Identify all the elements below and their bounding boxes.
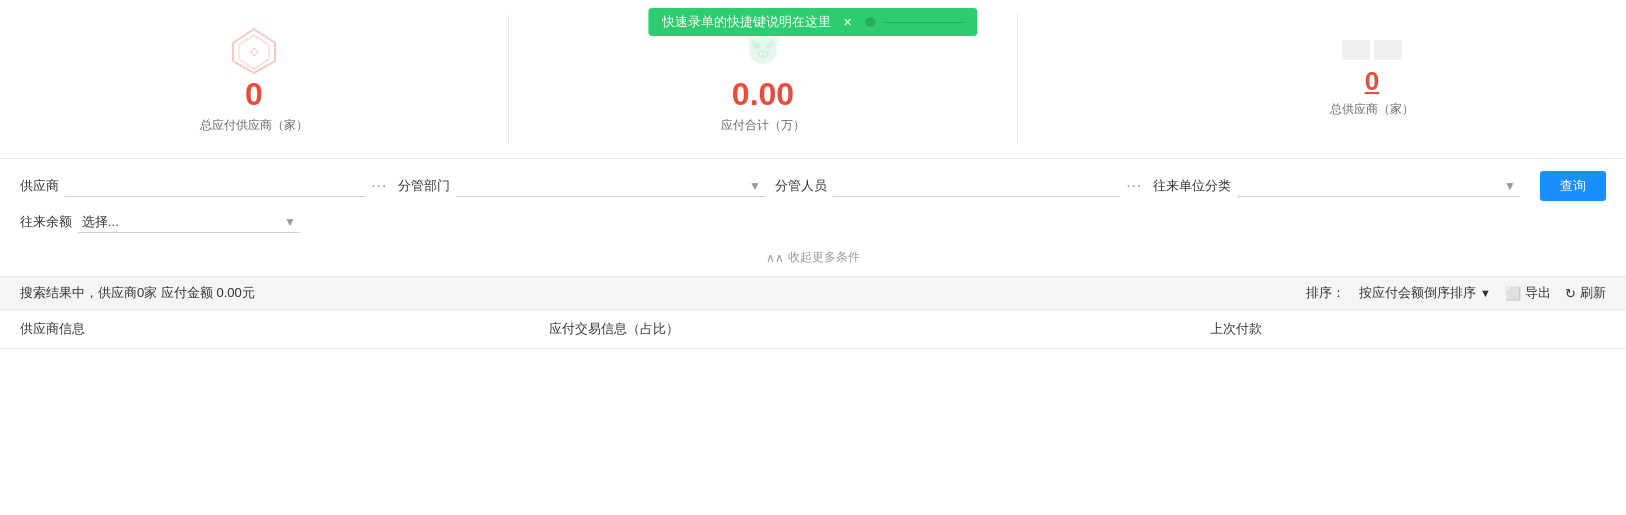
refresh-button[interactable]: ↻ 刷新 (1565, 284, 1606, 302)
total-suppliers-number: 0 (1365, 66, 1379, 97)
balance-select[interactable]: 选择... (78, 211, 300, 232)
sort-select[interactable]: 按应付会额倒序排序 ▼ (1359, 284, 1491, 302)
collapse-up-icon: ∧∧ (766, 251, 784, 265)
dept-label: 分管部门 (398, 177, 450, 195)
payable-total-number: 0.00 (732, 75, 794, 113)
diamond-logo-icon: ◇ (229, 25, 279, 75)
collapse-button[interactable]: ∧∧ 收起更多条件 (766, 249, 860, 266)
manager-dots[interactable]: ··· (1126, 177, 1142, 195)
supplier-dots[interactable]: ··· (371, 177, 387, 195)
tooltip-close-btn[interactable]: × (843, 14, 851, 30)
col-header-supplier: 供应商信息 (20, 320, 549, 338)
table-header: 供应商信息 应付交易信息（占比） 上次付款 (0, 310, 1626, 349)
dept-select[interactable] (456, 175, 766, 196)
balance-label: 往来余额 (20, 213, 72, 231)
collapse-label: 收起更多条件 (788, 249, 860, 266)
svg-point-8 (764, 53, 766, 55)
table-body (0, 349, 1626, 515)
export-label: 导出 (1525, 284, 1551, 302)
export-button[interactable]: ⬜ 导出 (1505, 284, 1551, 302)
query-button[interactable]: 查询 (1540, 171, 1606, 201)
tooltip-dot-icon (866, 17, 876, 27)
collapse-row: ∧∧ 收起更多条件 (20, 243, 1606, 276)
results-actions: 排序： 按应付会额倒序排序 ▼ ⬜ 导出 ↻ 刷新 (1306, 284, 1606, 302)
refresh-icon: ↻ (1565, 286, 1576, 301)
filter-unit-class: 往来单位分类 ▼ (1153, 175, 1521, 197)
unit-class-select[interactable] (1237, 175, 1521, 196)
refresh-label: 刷新 (1580, 284, 1606, 302)
filter-dept: 分管部门 ▼ (398, 175, 766, 197)
stat-block-payable-suppliers: ◇ 0 总应付供应商（家） (0, 15, 509, 144)
svg-point-6 (757, 50, 769, 58)
manager-label: 分管人员 (775, 177, 827, 195)
supplier-label: 供应商 (20, 177, 59, 195)
unit-class-label: 往来单位分类 (1153, 177, 1231, 195)
svg-text:◇: ◇ (250, 45, 259, 57)
filter-supplier: 供应商 ··· (20, 175, 388, 197)
results-bar: 搜索结果中，供应商0家 应付金额 0.00元 排序： 按应付会额倒序排序 ▼ ⬜… (0, 277, 1626, 310)
svg-point-7 (760, 53, 762, 55)
payable-suppliers-label: 总应付供应商（家） (200, 117, 308, 134)
sort-value: 按应付会额倒序排序 (1359, 284, 1476, 302)
payable-total-label: 应付合计（万） (721, 117, 805, 134)
col-header-last-payment: 上次付款 (1210, 320, 1607, 338)
stat-block-total-suppliers: 0 总供应商（家） (1018, 30, 1626, 128)
filter-row-1: 供应商 ··· 分管部门 ▼ 分管人员 ··· 往来单位分类 (20, 171, 1606, 201)
tooltip-text: 快速录单的快捷键说明在这里 (662, 13, 831, 31)
total-suppliers-label: 总供应商（家） (1330, 101, 1414, 118)
col-header-transaction: 应付交易信息（占比） (549, 320, 1210, 338)
results-info: 搜索结果中，供应商0家 应付金额 0.00元 (20, 284, 255, 302)
filter-bar: 供应商 ··· 分管部门 ▼ 分管人员 ··· 往来单位分类 (0, 159, 1626, 277)
sort-chevron-icon: ▼ (1480, 287, 1491, 299)
payable-suppliers-number: 0 (245, 75, 263, 113)
tooltip-line (884, 22, 964, 23)
unit-class-select-wrapper[interactable]: ▼ (1237, 175, 1521, 197)
supplier-input[interactable] (65, 175, 365, 197)
filter-row-2: 往来余额 选择... ▼ (20, 211, 1606, 233)
filter-manager: 分管人员 ··· (775, 175, 1143, 197)
stats-bar: ◇ 0 总应付供应商（家） 0.00 应付合计（万） (0, 0, 1626, 159)
tooltip-banner: 快速录单的快捷键说明在这里 × (648, 8, 977, 36)
export-icon: ⬜ (1505, 286, 1521, 301)
balance-select-wrapper[interactable]: 选择... ▼ (78, 211, 300, 233)
dept-select-wrapper[interactable]: ▼ (456, 175, 766, 197)
filter-balance: 往来余额 选择... ▼ (20, 211, 300, 233)
manager-input[interactable] (833, 175, 1120, 197)
sort-label: 排序： (1306, 284, 1345, 302)
